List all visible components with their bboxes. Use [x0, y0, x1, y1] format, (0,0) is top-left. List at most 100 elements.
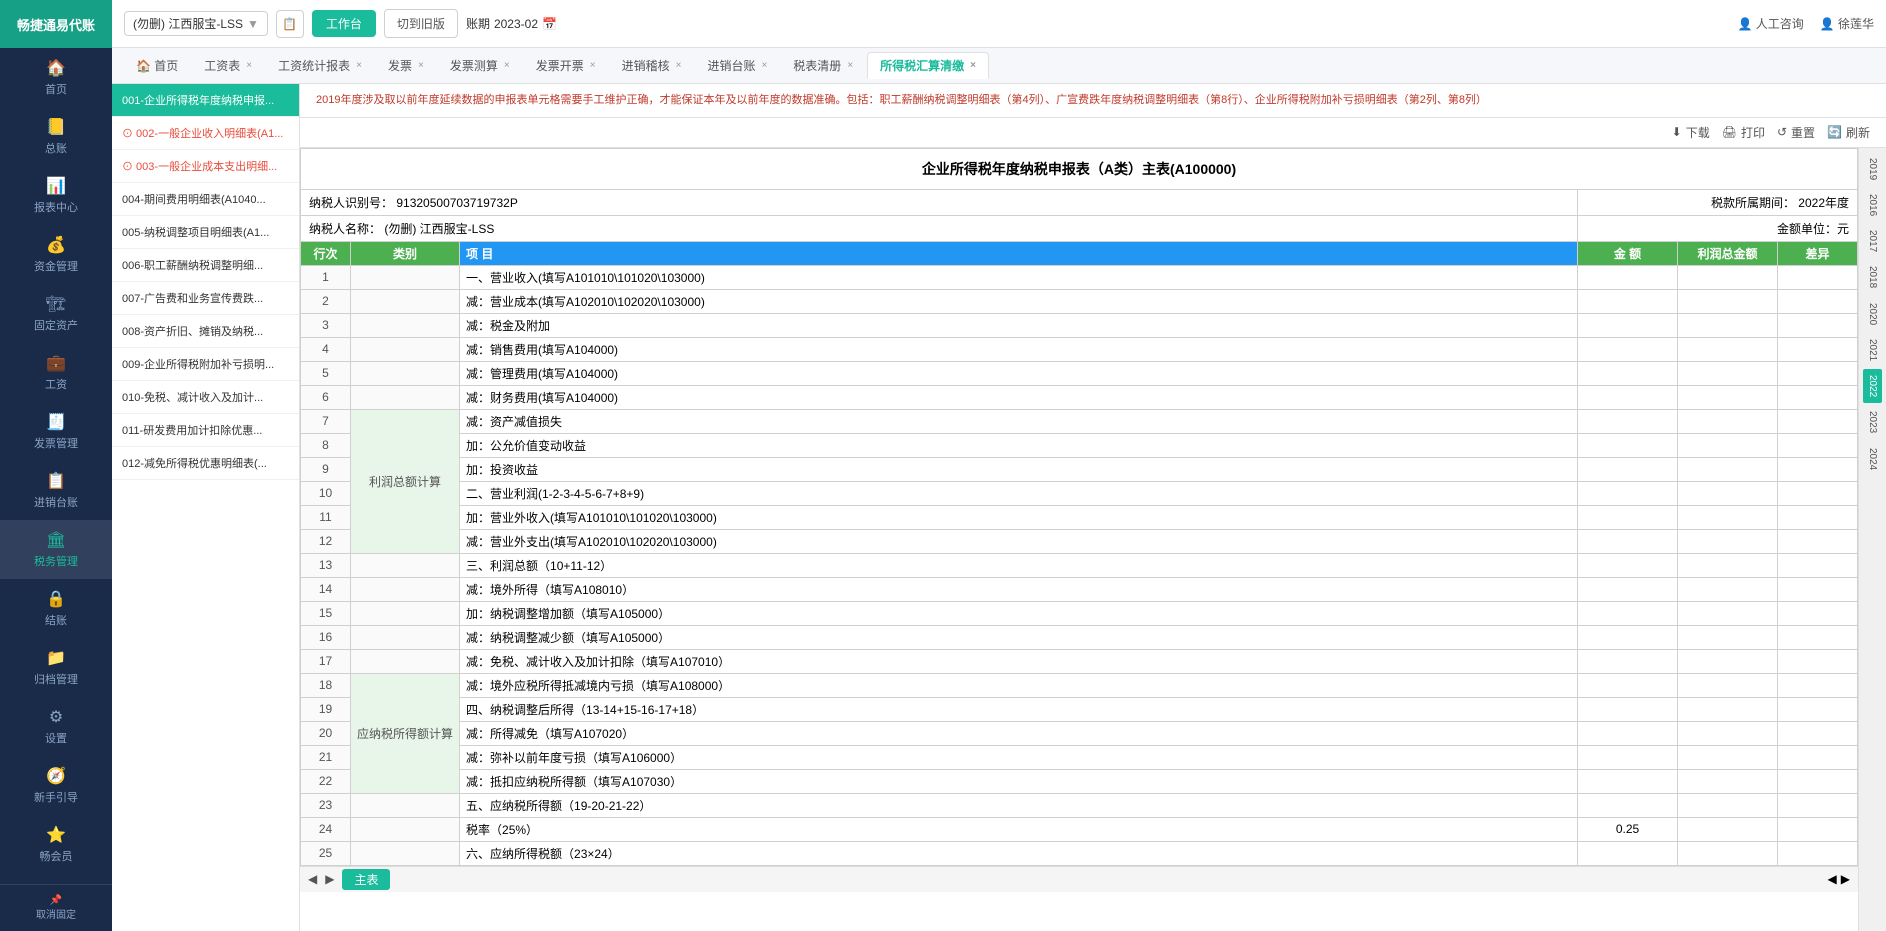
row-diff[interactable] [1778, 601, 1858, 625]
row-amount[interactable] [1578, 721, 1678, 745]
sidebar-item-closing[interactable]: 🔒 结账 [0, 579, 112, 638]
row-diff[interactable] [1778, 793, 1858, 817]
row-profit[interactable] [1678, 289, 1778, 313]
row-diff[interactable] [1778, 481, 1858, 505]
row-amount[interactable] [1578, 697, 1678, 721]
row-profit[interactable] [1678, 769, 1778, 793]
row-profit[interactable] [1678, 625, 1778, 649]
sidebar-item-archive[interactable]: 📁 归档管理 [0, 638, 112, 697]
year-item-2023[interactable]: 2023 [1863, 405, 1882, 439]
row-diff[interactable] [1778, 505, 1858, 529]
row-amount[interactable] [1578, 385, 1678, 409]
next-sheet-icon[interactable]: ▶ [325, 872, 334, 886]
left-item-006[interactable]: 006-职工薪酬纳税调整明细... [112, 249, 299, 282]
sidebar-bottom[interactable]: 📌 取消固定 [0, 884, 112, 931]
download-button[interactable]: ⬇ 下载 [1672, 124, 1710, 141]
tab-invoice-calc[interactable]: 发票测算 × [438, 53, 522, 78]
user-avatar[interactable]: 👤 徐莲华 [1820, 15, 1874, 32]
close-icon[interactable]: × [504, 60, 510, 71]
row-diff[interactable] [1778, 361, 1858, 385]
row-profit[interactable] [1678, 745, 1778, 769]
tab-payroll-stats[interactable]: 工资统计报表 × [266, 53, 374, 78]
row-profit[interactable] [1678, 697, 1778, 721]
row-profit[interactable] [1678, 673, 1778, 697]
row-diff[interactable] [1778, 673, 1858, 697]
left-item-005[interactable]: 005-纳税调整项目明细表(A1... [112, 216, 299, 249]
sidebar-item-guide[interactable]: 🧭 新手引导 [0, 756, 112, 815]
company-selector[interactable]: (勿删) 江西服宝-LSS ▼ [124, 11, 268, 36]
sidebar-item-fixed[interactable]: 🏗 固定资产 [0, 284, 112, 343]
close-icon[interactable]: × [590, 60, 596, 71]
row-diff[interactable] [1778, 289, 1858, 313]
row-amount[interactable] [1578, 529, 1678, 553]
row-amount[interactable] [1578, 793, 1678, 817]
row-profit[interactable] [1678, 793, 1778, 817]
tab-income-tax[interactable]: 所得税汇算清缴 × [867, 52, 989, 79]
row-diff[interactable] [1778, 625, 1858, 649]
switch-version-button[interactable]: 切到旧版 [384, 9, 458, 38]
sidebar-item-member[interactable]: ⭐ 畅会员 [0, 815, 112, 874]
row-profit[interactable] [1678, 577, 1778, 601]
sidebar-item-settings[interactable]: ⚙ 设置 [0, 697, 112, 756]
row-amount[interactable] [1578, 457, 1678, 481]
sidebar-item-invoice[interactable]: 🧾 发票管理 [0, 402, 112, 461]
left-item-001[interactable]: 001-企业所得税年度纳税申报... [112, 84, 299, 117]
row-amount[interactable] [1578, 481, 1678, 505]
row-diff[interactable] [1778, 577, 1858, 601]
row-diff[interactable] [1778, 721, 1858, 745]
row-profit[interactable] [1678, 553, 1778, 577]
left-item-011[interactable]: 011-研发费用加计扣除优惠... [112, 414, 299, 447]
left-item-012[interactable]: 012-减免所得税优惠明细表(... [112, 447, 299, 480]
close-icon[interactable]: × [761, 60, 767, 71]
year-item-2022[interactable]: 2022 [1863, 369, 1882, 403]
row-amount[interactable] [1578, 361, 1678, 385]
row-amount[interactable] [1578, 625, 1678, 649]
sidebar-item-reports[interactable]: 📊 报表中心 [0, 166, 112, 225]
refresh-button[interactable]: 🔄 刷新 [1827, 124, 1870, 141]
year-item-2019[interactable]: 2019 [1863, 152, 1882, 186]
row-diff[interactable] [1778, 553, 1858, 577]
sidebar-item-tax[interactable]: 🏛 税务管理 [0, 520, 112, 579]
row-amount[interactable] [1578, 337, 1678, 361]
print-button[interactable]: 🖨 打印 [1722, 124, 1765, 141]
close-icon[interactable]: × [970, 60, 976, 71]
row-profit[interactable] [1678, 457, 1778, 481]
row-diff[interactable] [1778, 649, 1858, 673]
left-item-004[interactable]: 004-期间费用明细表(A1040... [112, 183, 299, 216]
row-profit[interactable] [1678, 265, 1778, 289]
row-profit[interactable] [1678, 841, 1778, 865]
row-profit[interactable] [1678, 433, 1778, 457]
left-item-009[interactable]: 009-企业所得税附加补亏损明... [112, 348, 299, 381]
row-amount[interactable] [1578, 745, 1678, 769]
row-diff[interactable] [1778, 433, 1858, 457]
row-amount[interactable] [1578, 505, 1678, 529]
row-profit[interactable] [1678, 337, 1778, 361]
workspace-button[interactable]: 工作台 [312, 10, 376, 37]
row-amount[interactable] [1578, 313, 1678, 337]
row-profit[interactable] [1678, 409, 1778, 433]
close-icon[interactable]: × [847, 60, 853, 71]
row-amount[interactable] [1578, 265, 1678, 289]
year-item-2024[interactable]: 2024 [1863, 442, 1882, 476]
left-item-008[interactable]: 008-资产折旧、摊销及纳税... [112, 315, 299, 348]
close-icon[interactable]: × [676, 60, 682, 71]
scroll-right-icon[interactable]: ▶ [1841, 872, 1850, 886]
row-diff[interactable] [1778, 313, 1858, 337]
tab-sales-ledger[interactable]: 进销台账 × [695, 53, 779, 78]
row-amount[interactable] [1578, 577, 1678, 601]
row-profit[interactable] [1678, 649, 1778, 673]
row-amount[interactable] [1578, 433, 1678, 457]
row-profit[interactable] [1678, 529, 1778, 553]
tab-invoice[interactable]: 发票 × [376, 53, 436, 78]
reset-button[interactable]: ↺ 重置 [1777, 124, 1815, 141]
row-amount[interactable] [1578, 649, 1678, 673]
row-diff[interactable] [1778, 529, 1858, 553]
row-amount[interactable] [1578, 841, 1678, 865]
prev-sheet-icon[interactable]: ◀ [308, 872, 317, 886]
tab-invoice-open[interactable]: 发票开票 × [524, 53, 608, 78]
row-profit[interactable] [1678, 817, 1778, 841]
row-profit[interactable] [1678, 505, 1778, 529]
calendar-icon[interactable]: 📅 [542, 17, 557, 31]
row-profit[interactable] [1678, 601, 1778, 625]
row-diff[interactable] [1778, 385, 1858, 409]
